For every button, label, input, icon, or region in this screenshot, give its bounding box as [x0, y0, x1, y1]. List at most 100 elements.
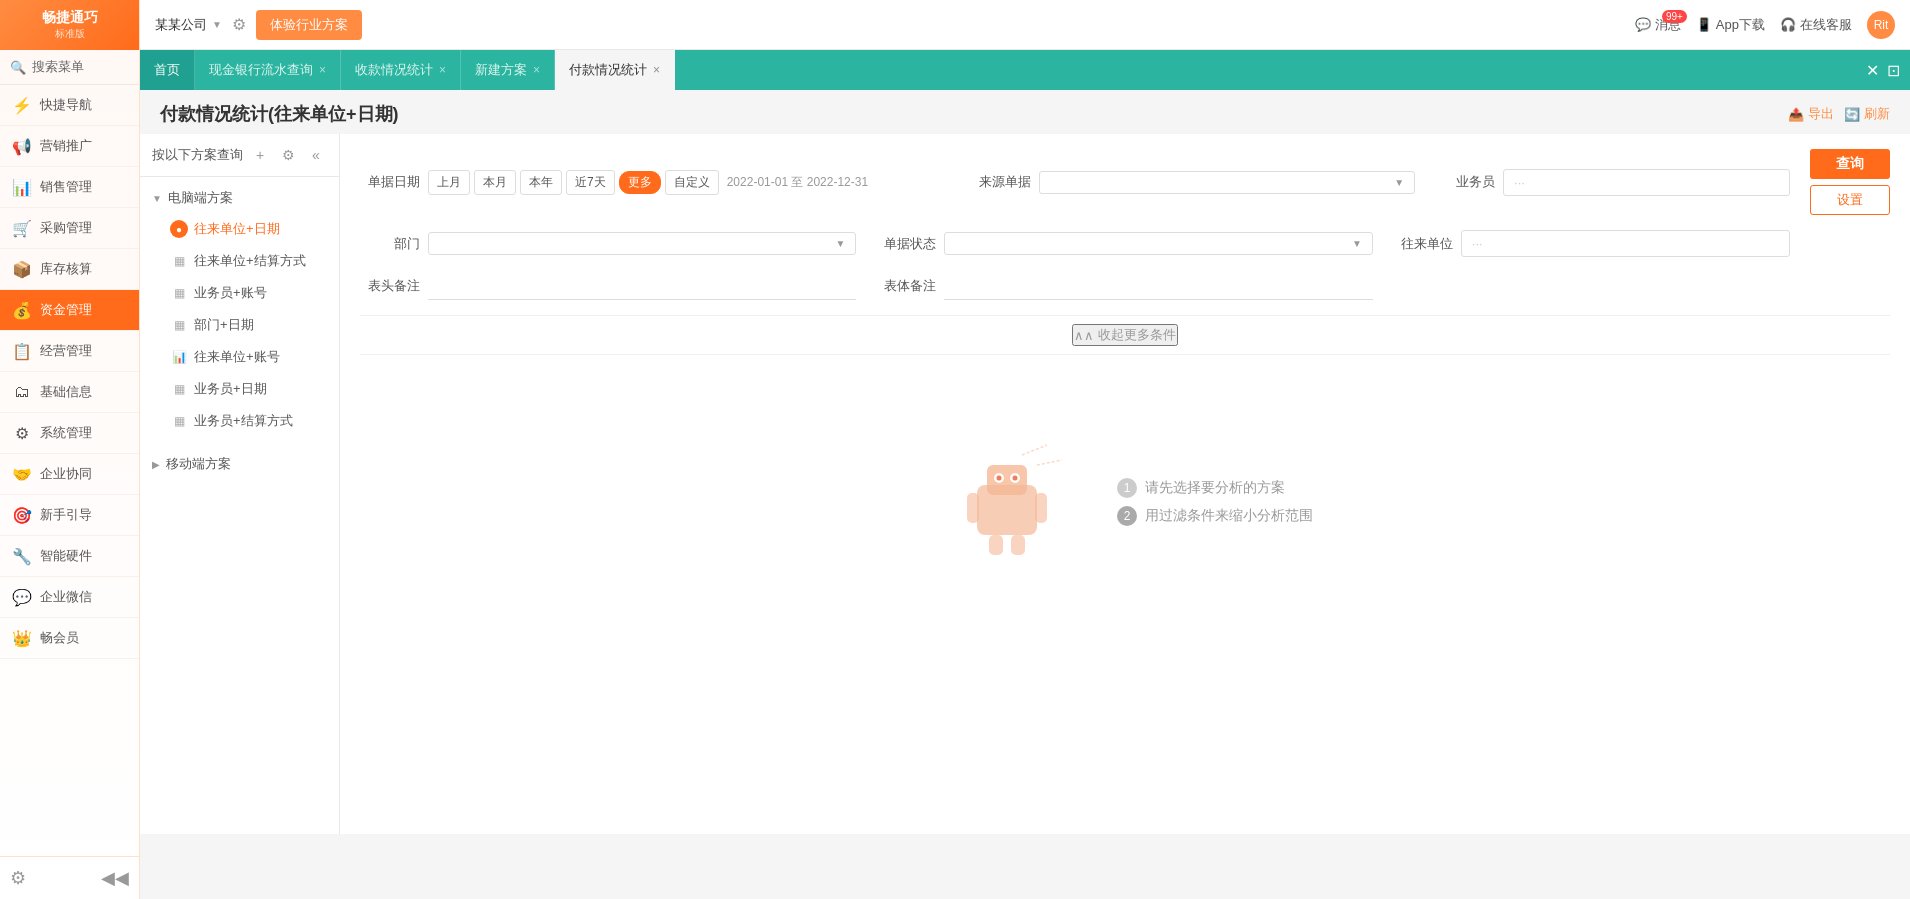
empty-tip-1: 1 请先选择要分析的方案 [1117, 478, 1313, 498]
trial-btn[interactable]: 体验行业方案 [256, 10, 362, 40]
scheme-item-counterpart-payment[interactable]: ▦ 往来单位+结算方式 [140, 245, 339, 277]
sidebar-item-enterprise[interactable]: 🤝 企业协同 [0, 454, 139, 495]
sidebar-item-guide[interactable]: 🎯 新手引导 [0, 495, 139, 536]
tab-payment-stats-close[interactable]: × [653, 63, 660, 77]
topbar: 某某公司 ▼ ⚙ 体验行业方案 💬 消息 99+ 📱 App下载 🎧 [140, 0, 1910, 50]
tab-home-label: 首页 [154, 61, 180, 79]
sidebar-item-label: 库存核算 [40, 260, 92, 278]
sidebar-item-label: 系统管理 [40, 424, 92, 442]
scheme-collapse-btn[interactable]: « [305, 144, 327, 166]
content: 付款情况统计(往来单位+日期) 📤 导出 🔄 刷新 [140, 90, 1910, 899]
scheme-item-salesperson-account[interactable]: ▦ 业务员+账号 [140, 277, 339, 309]
scheme-settings-btn[interactable]: ⚙ [277, 144, 299, 166]
filter-item-header-note: 表头备注 [360, 272, 856, 300]
scheme-header-icons: + ⚙ « [249, 144, 327, 166]
tip-num-2: 2 [1117, 506, 1137, 526]
body-note-input[interactable] [944, 272, 1372, 300]
date-btn-more[interactable]: 更多 [619, 171, 661, 194]
settings-btn[interactable]: ⚙ [232, 15, 246, 34]
tab-receipt-stats-label: 收款情况统计 [355, 61, 433, 79]
tab-home[interactable]: 首页 [140, 50, 195, 90]
source-select[interactable]: ▼ [1039, 171, 1415, 194]
scheme-item-label: 业务员+日期 [194, 380, 267, 398]
svg-line-11 [1037, 460, 1062, 465]
sidebar-item-finance[interactable]: 💰 资金管理 [0, 290, 139, 331]
doc-status-chevron-icon: ▼ [1352, 238, 1362, 249]
sidebar-item-inventory[interactable]: 📦 库存核算 [0, 249, 139, 290]
scheme-group-mobile-header[interactable]: ▶ 移动端方案 [140, 449, 339, 479]
tab-payment-stats[interactable]: 付款情况统计 × [555, 50, 675, 90]
tab-close-all-icon[interactable]: ✕ [1866, 61, 1879, 80]
scheme-item-icon-grid3: ▦ [170, 316, 188, 334]
page-header: 付款情况统计(往来单位+日期) 📤 导出 🔄 刷新 [140, 90, 1910, 134]
scheme-group-desktop-header[interactable]: ▼ 电脑端方案 [140, 183, 339, 213]
search-icon: 🔍 [10, 60, 26, 75]
date-btn-this-year[interactable]: 本年 [520, 170, 562, 195]
svg-line-10 [1022, 445, 1047, 455]
sidebar-logo: 畅捷通巧 [42, 9, 98, 27]
scheme-item-counterpart-account[interactable]: 📊 往来单位+账号 [140, 341, 339, 373]
counterpart-input-placeholder: ··· [1472, 236, 1483, 251]
date-btn-custom[interactable]: 自定义 [665, 170, 719, 195]
member-icon: 👑 [12, 628, 32, 648]
filter-item-counterpart: 往来单位 ··· [1393, 230, 1790, 257]
tab-payment-stats-label: 付款情况统计 [569, 61, 647, 79]
query-btn[interactable]: 查询 [1810, 149, 1890, 179]
scheme-item-salesperson-payment[interactable]: ▦ 业务员+结算方式 [140, 405, 339, 437]
date-btn-this-month[interactable]: 本月 [474, 170, 516, 195]
message-badge: 99+ [1662, 10, 1687, 23]
sidebar-item-sales[interactable]: 📊 销售管理 [0, 167, 139, 208]
online-service-btn[interactable]: 🎧 在线客服 [1780, 16, 1852, 34]
sidebar-item-marketing[interactable]: 📢 营销推广 [0, 126, 139, 167]
sidebar-settings-icon[interactable]: ⚙ [10, 867, 26, 889]
svg-rect-1 [987, 465, 1027, 495]
tabbar-controls: ✕ ⊡ [1856, 50, 1910, 90]
sidebar-item-member[interactable]: 👑 畅会员 [0, 618, 139, 659]
dept-select[interactable]: ▼ [428, 232, 856, 255]
counterpart-input[interactable]: ··· [1461, 230, 1790, 257]
app-download-btn[interactable]: 📱 App下载 [1696, 16, 1765, 34]
sidebar-search[interactable]: 🔍 搜索菜单 [0, 50, 139, 85]
sidebar-item-purchase[interactable]: 🛒 采购管理 [0, 208, 139, 249]
scheme-add-btn[interactable]: + [249, 144, 271, 166]
sidebar-item-operation[interactable]: 📋 经营管理 [0, 331, 139, 372]
scheme-item-salesperson-date[interactable]: ▦ 业务员+日期 [140, 373, 339, 405]
empty-illustration [937, 435, 1077, 568]
sidebar-item-label: 营销推广 [40, 137, 92, 155]
sidebar-item-wechat[interactable]: 💬 企业微信 [0, 577, 139, 618]
triangle-icon: ▼ [152, 193, 162, 204]
date-btn-7days[interactable]: 近7天 [566, 170, 615, 195]
date-btn-last-month[interactable]: 上月 [428, 170, 470, 195]
sidebar-item-label: 企业协同 [40, 465, 92, 483]
tab-cash-flow[interactable]: 现金银行流水查询 × [195, 50, 341, 90]
scheme-item-dept-date[interactable]: ▦ 部门+日期 [140, 309, 339, 341]
company-selector[interactable]: 某某公司 ▼ [155, 16, 222, 34]
tab-cash-flow-close[interactable]: × [319, 63, 326, 77]
sidebar-collapse-icon[interactable]: ◀◀ [101, 867, 129, 889]
header-note-input[interactable] [428, 272, 856, 300]
sales-icon: 📊 [12, 177, 32, 197]
tab-receipt-stats[interactable]: 收款情况统计 × [341, 50, 461, 90]
export-btn[interactable]: 📤 导出 [1788, 105, 1834, 123]
tab-receipt-stats-close[interactable]: × [439, 63, 446, 77]
sidebar-item-hardware[interactable]: 🔧 智能硬件 [0, 536, 139, 577]
tab-new-scheme[interactable]: 新建方案 × [461, 50, 555, 90]
dept-chevron-icon: ▼ [836, 238, 846, 249]
sidebar-item-system[interactable]: ⚙ 系统管理 [0, 413, 139, 454]
scheme-item-counterpart-date[interactable]: ● 往来单位+日期 [140, 213, 339, 245]
sidebar-item-quick-nav[interactable]: ⚡ 快捷导航 [0, 85, 139, 126]
salesperson-input[interactable]: ··· [1503, 169, 1790, 196]
message-btn[interactable]: 💬 消息 99+ [1635, 16, 1681, 34]
filter-item-doc-status: 单据状态 ▼ [876, 232, 1372, 255]
user-menu[interactable]: Rit [1867, 11, 1895, 39]
refresh-btn[interactable]: 🔄 刷新 [1844, 105, 1890, 123]
doc-status-select[interactable]: ▼ [944, 232, 1372, 255]
tab-maximize-icon[interactable]: ⊡ [1887, 61, 1900, 80]
filter-settings-btn[interactable]: 设置 [1810, 185, 1890, 215]
tab-new-scheme-close[interactable]: × [533, 63, 540, 77]
scheme-group-mobile: ▶ 移动端方案 [140, 443, 339, 485]
sidebar-item-basic-info[interactable]: 🗂 基础信息 [0, 372, 139, 413]
search-label: 搜索菜单 [32, 58, 84, 76]
tip-num-1: 1 [1117, 478, 1137, 498]
collapse-conditions-btn[interactable]: ∧∧ 收起更多条件 [1072, 324, 1178, 346]
